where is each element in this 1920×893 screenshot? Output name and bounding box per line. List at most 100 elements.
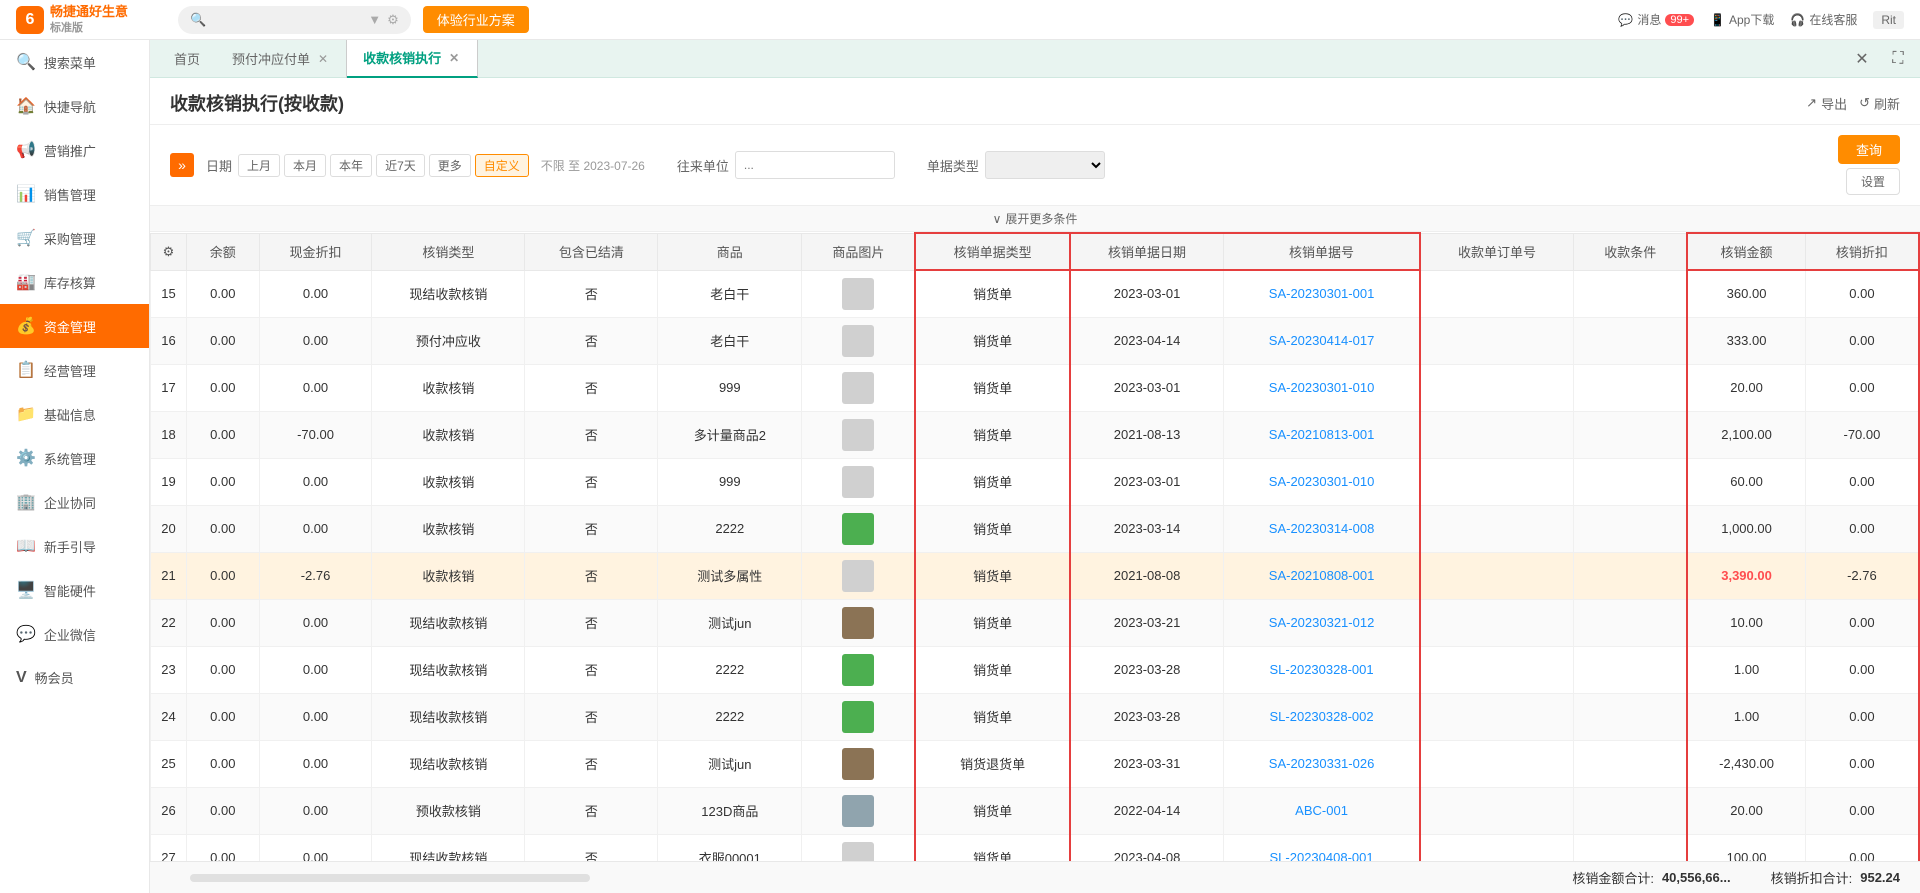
tab-prepay[interactable]: 预付冲应付单 ✕ [216,40,347,78]
basic-info-icon: 📁 [16,404,36,424]
filter-this-year[interactable]: 本年 [330,154,372,177]
expand-more-bar[interactable]: ∨ 展开更多条件 [150,206,1920,232]
cell-goods: 999 [658,364,802,411]
search-box[interactable]: 🔍 ▼ ⚙ [178,6,411,34]
filter-bar: » 日期 上月 本月 本年 近7天 更多 自定义 不限 至 2023-07-26… [150,125,1920,206]
cell-verify-amount: 1.00 [1687,693,1805,740]
cell-verify-no[interactable]: SA-20230414-017 [1224,317,1420,364]
cell-verify-no[interactable]: SA-20210808-001 [1224,552,1420,599]
cell-verify-no[interactable]: ABC-001 [1224,787,1420,834]
verify-no-link[interactable]: SA-20210808-001 [1269,568,1375,583]
message-btn[interactable]: 💬 消息 99+ [1618,11,1694,28]
verify-no-link[interactable]: SL-20230328-001 [1270,662,1374,677]
sales-icon: 📊 [16,184,36,204]
settings-icon[interactable]: ⚙ [387,12,399,28]
cell-verify-no[interactable]: SA-20230321-012 [1224,599,1420,646]
tab-prepay-close[interactable]: ✕ [316,50,330,68]
sidebar-item-guide[interactable]: 📖 新手引导 [0,524,149,568]
app-download-btn[interactable]: 📱 App下载 [1710,11,1774,28]
sidebar-item-basic-info[interactable]: 📁 基础信息 [0,392,149,436]
close-window-btn[interactable]: ✕ [1848,45,1876,73]
dropdown-icon[interactable]: ▼ [368,12,381,27]
filter-expand-btn[interactable]: » [170,153,194,177]
tab-verify-close[interactable]: ✕ [447,49,461,67]
cell-verify-type: 收款核销 [372,505,525,552]
cell-verify-no[interactable]: SL-20230328-002 [1224,693,1420,740]
maximize-btn[interactable]: ⛶ [1884,45,1912,73]
sidebar-item-inventory[interactable]: 🏭 库存核算 [0,260,149,304]
verify-no-link[interactable]: SL-20230408-001 [1270,850,1374,861]
col-header-settings[interactable]: ⚙ [151,233,187,270]
filter-more[interactable]: 更多 [429,154,471,177]
cell-verify-no[interactable]: SL-20230328-001 [1224,646,1420,693]
cell-verify-date: 2023-04-08 [1070,834,1224,861]
sidebar-item-search-menu[interactable]: 🔍 搜索菜单 [0,40,149,84]
verify-no-link[interactable]: SA-20230414-017 [1269,333,1375,348]
cell-verify-no[interactable]: SA-20230301-010 [1224,364,1420,411]
filter-last-month[interactable]: 上月 [238,154,280,177]
export-icon: ↗ [1806,95,1817,111]
user-avatar[interactable]: Rit [1873,11,1904,29]
cell-verify-no[interactable]: SA-20230301-010 [1224,458,1420,505]
cell-verify-no[interactable]: SA-20210813-001 [1224,411,1420,458]
finance-icon: 💰 [16,316,36,336]
search-menu-icon: 🔍 [16,52,36,72]
verify-no-link[interactable]: SA-20210813-001 [1269,427,1375,442]
cell-row-num: 18 [151,411,187,458]
verify-no-link[interactable]: ABC-001 [1295,803,1348,818]
filter-this-month[interactable]: 本月 [284,154,326,177]
verify-no-link[interactable]: SL-20230328-002 [1270,709,1374,724]
cell-verify-no[interactable]: SL-20230408-001 [1224,834,1420,861]
cell-row-num: 17 [151,364,187,411]
search-input[interactable] [212,13,362,27]
filter-doc-type-select[interactable] [985,151,1105,179]
sidebar-item-member[interactable]: V 畅会员 [0,656,149,699]
verify-no-link[interactable]: SA-20230331-026 [1269,756,1375,771]
cell-verify-no[interactable]: SA-20230314-008 [1224,505,1420,552]
cell-cash-discount: -2.76 [259,552,372,599]
verify-no-link[interactable]: SA-20230301-001 [1269,286,1375,301]
filter-custom[interactable]: 自定义 [475,154,529,177]
message-icon: 💬 [1618,13,1633,27]
export-btn[interactable]: ↗ 导出 [1806,94,1847,113]
filter-counterpart-input[interactable] [735,151,895,179]
cell-receipt-order-no [1420,364,1574,411]
tab-verify[interactable]: 收款核销执行 ✕ [347,40,478,78]
sidebar-item-system[interactable]: ⚙️ 系统管理 [0,436,149,480]
col-header-goods-img: 商品图片 [802,233,916,270]
set-btn[interactable]: 设置 [1846,168,1900,195]
cell-receipt-condition [1574,364,1688,411]
refresh-btn[interactable]: ↺ 刷新 [1859,94,1900,113]
table-container[interactable]: ⚙ 余额 现金折扣 核销类型 包含已结清 商品 商品图片 核销单据类型 核销单据… [150,232,1920,861]
sidebar-item-quick-nav[interactable]: 🏠 快捷导航 [0,84,149,128]
sidebar-item-wechat[interactable]: 💬 企业微信 [0,612,149,656]
sidebar-item-enterprise[interactable]: 🏢 企业协同 [0,480,149,524]
verify-no-link[interactable]: SA-20230321-012 [1269,615,1375,630]
online-service-btn[interactable]: 🎧 在线客服 [1790,11,1857,28]
col-header-include-settled: 包含已结清 [525,233,658,270]
system-icon: ⚙️ [16,448,36,468]
cell-verify-discount: 0.00 [1805,270,1919,317]
filter-last7[interactable]: 近7天 [376,154,425,177]
cell-row-num: 23 [151,646,187,693]
tab-home[interactable]: 首页 [158,49,216,68]
footer-verify-discount-value: 952.24 [1860,870,1900,885]
sidebar-item-finance[interactable]: 💰 资金管理 [0,304,149,348]
sidebar-item-operations[interactable]: 📋 经营管理 [0,348,149,392]
sidebar-item-sales[interactable]: 📊 销售管理 [0,172,149,216]
cell-include-settled: 否 [525,693,658,740]
sidebar-item-hardware[interactable]: 🖥️ 智能硬件 [0,568,149,612]
verify-no-link[interactable]: SA-20230314-008 [1269,521,1375,536]
verify-no-link[interactable]: SA-20230301-010 [1269,474,1375,489]
cell-goods-img [802,270,916,317]
verify-no-link[interactable]: SA-20230301-010 [1269,380,1375,395]
cell-verify-no[interactable]: SA-20230331-026 [1224,740,1420,787]
scroll-bar[interactable] [190,874,590,882]
cell-doc-verify-type: 销货单 [915,599,1070,646]
sidebar-item-purchase[interactable]: 🛒 采购管理 [0,216,149,260]
industry-btn[interactable]: 体验行业方案 [423,6,529,33]
cell-verify-no[interactable]: SA-20230301-001 [1224,270,1420,317]
query-btn[interactable]: 查询 [1838,135,1900,164]
sidebar-item-marketing[interactable]: 📢 营销推广 [0,128,149,172]
cell-verify-discount: 0.00 [1805,458,1919,505]
